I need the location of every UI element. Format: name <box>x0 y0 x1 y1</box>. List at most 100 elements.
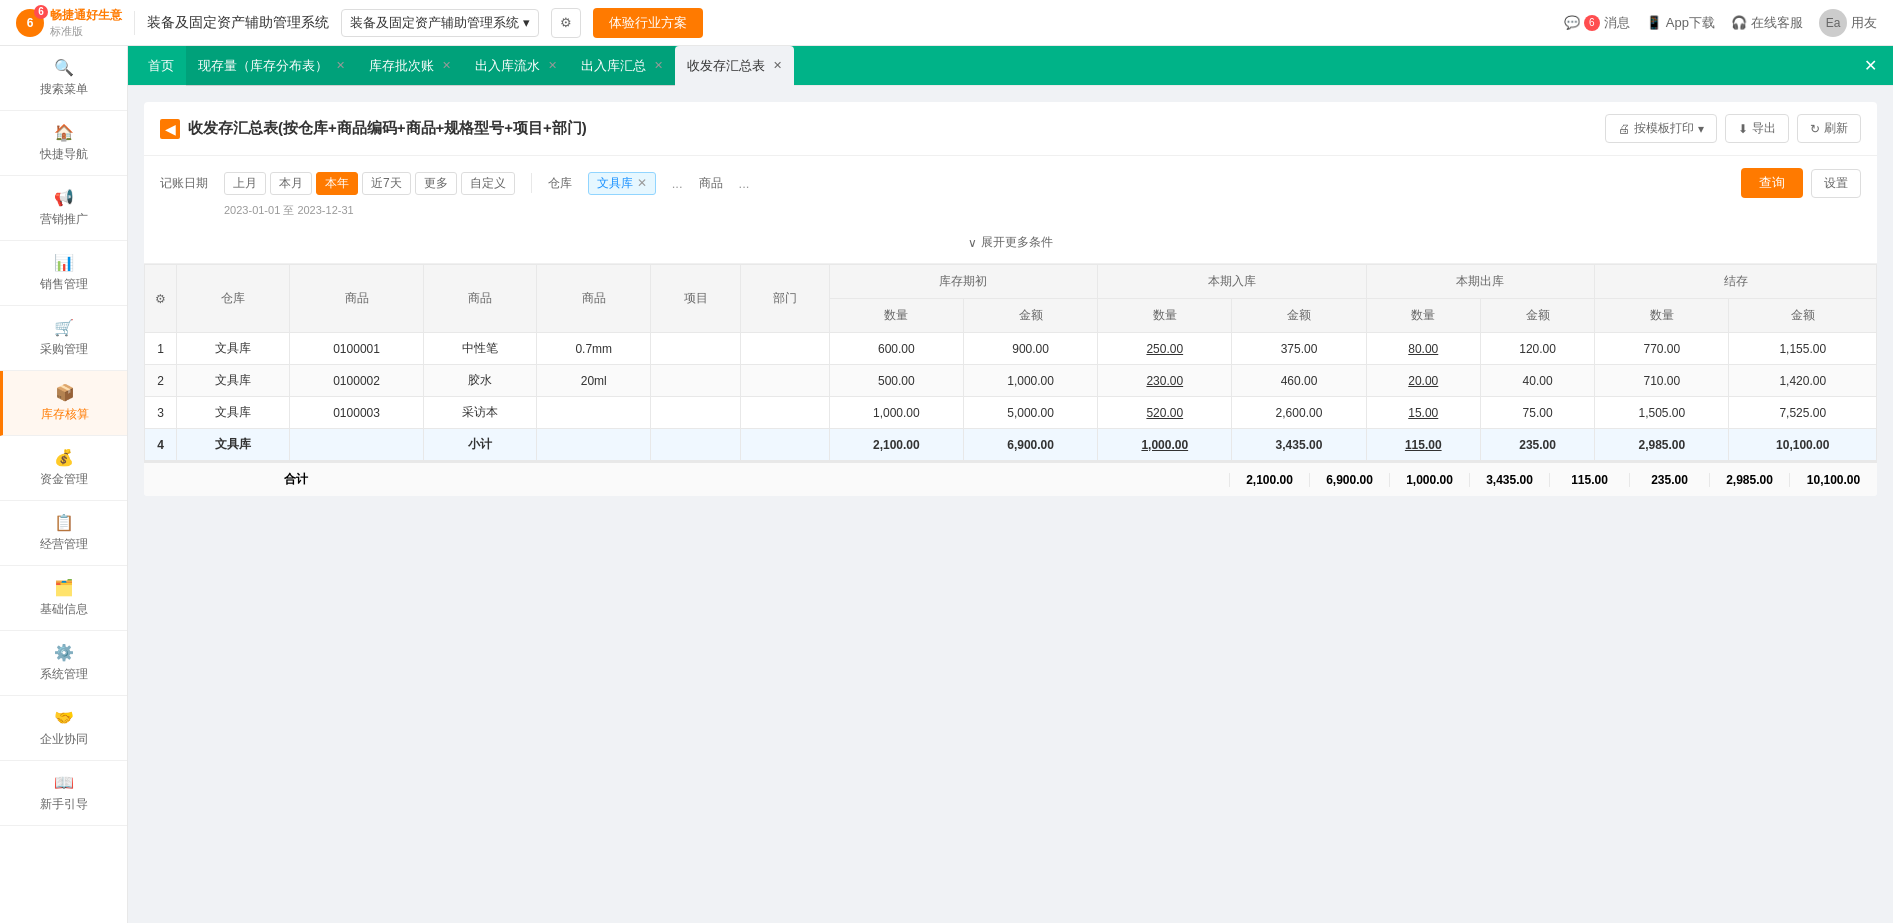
tab-stock-dist[interactable]: 现存量（库存分布表） ✕ <box>186 46 357 86</box>
cell-project <box>651 333 740 365</box>
phone-icon: 📱 <box>1646 15 1662 30</box>
cell-in-qty[interactable]: 230.00 <box>1098 365 1232 397</box>
notification-button[interactable]: 💬 6 消息 <box>1564 14 1630 32</box>
col-opening-qty: 数量 <box>829 299 963 333</box>
footer-close-amt: 10,100.00 <box>1789 473 1877 487</box>
product-filter-label: 商品 <box>699 175 723 192</box>
inventory-icon: 📦 <box>55 383 75 402</box>
tab-bar-close[interactable]: ✕ <box>1856 56 1885 75</box>
tab-home[interactable]: 首页 <box>136 46 186 86</box>
sidebar-item-operation[interactable]: 📋 经营管理 <box>0 501 127 566</box>
footer-close-qty: 2,985.00 <box>1709 473 1789 487</box>
page-title-bar: ◀ 收发存汇总表(按仓库+商品编码+商品+规格型号+项目+部门) 🖨 按模板打印… <box>144 102 1877 156</box>
tab-close-receive-summary[interactable]: ✕ <box>773 59 782 72</box>
footer-values: 2,100.00 6,900.00 1,000.00 3,435.00 115.… <box>1229 473 1877 487</box>
tab-close-batch[interactable]: ✕ <box>442 59 451 72</box>
footer-in-amt: 3,435.00 <box>1469 473 1549 487</box>
col-close-amt: 金额 <box>1729 299 1877 333</box>
sidebar-item-finance[interactable]: 💰 资金管理 <box>0 436 127 501</box>
cell-product-spec: 20ml <box>537 365 651 397</box>
settings-button[interactable]: ⚙ <box>551 8 581 38</box>
sidebar-item-system[interactable]: ⚙️ 系统管理 <box>0 631 127 696</box>
trial-button[interactable]: 体验行业方案 <box>593 8 703 38</box>
settings-filter-button[interactable]: 设置 <box>1811 169 1861 198</box>
cell-in-amt: 2,600.00 <box>1232 397 1366 429</box>
table-body: 1 文具库 0100001 中性笔 0.7mm 600.00 900.00 25… <box>145 333 1877 461</box>
table-row: 2 文具库 0100002 胶水 20ml 500.00 1,000.00 23… <box>145 365 1877 397</box>
warehouse-tag[interactable]: 文具库 ✕ <box>588 172 656 195</box>
date-this-month[interactable]: 本月 <box>270 172 312 195</box>
cell-out-qty[interactable]: 115.00 <box>1366 429 1480 461</box>
tab-receive-summary[interactable]: 收发存汇总表 ✕ <box>675 46 794 86</box>
date-last-month[interactable]: 上月 <box>224 172 266 195</box>
system-selector[interactable]: 装备及固定资产辅助管理系统 ▾ <box>341 9 539 37</box>
date-more[interactable]: 更多 <box>415 172 457 195</box>
cell-close-amt: 1,155.00 <box>1729 333 1877 365</box>
cell-product-code <box>289 429 423 461</box>
warehouse-more-btn[interactable]: ... <box>672 176 683 191</box>
gear-header[interactable]: ⚙ <box>145 265 177 333</box>
header-right: 💬 6 消息 📱 App下载 🎧 在线客服 Ea 用友 <box>1564 9 1877 37</box>
expand-row: ∨ 展开更多条件 <box>160 226 1861 251</box>
cell-in-qty[interactable]: 1,000.00 <box>1098 429 1232 461</box>
refresh-button[interactable]: ↻ 刷新 <box>1797 114 1861 143</box>
top-header: 6 6 畅捷通好生意 标准版 装备及固定资产辅助管理系统 装备及固定资产辅助管理… <box>0 0 1893 46</box>
export-button[interactable]: ⬇ 导出 <box>1725 114 1789 143</box>
cell-product-code: 0100003 <box>289 397 423 429</box>
cell-out-amt: 120.00 <box>1480 333 1594 365</box>
sidebar-item-guide[interactable]: 📖 新手引导 <box>0 761 127 826</box>
cell-in-qty[interactable]: 250.00 <box>1098 333 1232 365</box>
warehouse-tag-close[interactable]: ✕ <box>637 176 647 190</box>
logo-icon: 6 6 <box>16 9 44 37</box>
date-7days[interactable]: 近7天 <box>362 172 411 195</box>
sidebar-item-search[interactable]: 🔍 搜索菜单 <box>0 46 127 111</box>
tab-batch[interactable]: 库存批次账 ✕ <box>357 46 463 86</box>
basic-icon: 🗂️ <box>54 578 74 597</box>
sidebar-item-basic[interactable]: 🗂️ 基础信息 <box>0 566 127 631</box>
expand-more-btn[interactable]: ∨ 展开更多条件 <box>968 234 1053 251</box>
page-title: 收发存汇总表(按仓库+商品编码+商品+规格型号+项目+部门) <box>188 119 587 138</box>
app-download-button[interactable]: 📱 App下载 <box>1646 14 1715 32</box>
sidebar-item-corp[interactable]: 🤝 企业协同 <box>0 696 127 761</box>
table-row: 3 文具库 0100003 采访本 1,000.00 5,000.00 520.… <box>145 397 1877 429</box>
sidebar-item-quick[interactable]: 🏠 快捷导航 <box>0 111 127 176</box>
print-button[interactable]: 🖨 按模板打印 ▾ <box>1605 114 1717 143</box>
tab-inout-flow[interactable]: 出入库流水 ✕ <box>463 46 569 86</box>
product-more-btn[interactable]: ... <box>739 176 750 191</box>
cell-product-spec: 0.7mm <box>537 333 651 365</box>
date-custom[interactable]: 自定义 <box>461 172 515 195</box>
cell-opening-qty: 1,000.00 <box>829 397 963 429</box>
sidebar-item-purchase[interactable]: 🛒 采购管理 <box>0 306 127 371</box>
sidebar-item-sales[interactable]: 📊 销售管理 <box>0 241 127 306</box>
tab-inout-summary[interactable]: 出入库汇总 ✕ <box>569 46 675 86</box>
cell-product-name: 小计 <box>424 429 537 461</box>
cell-out-qty[interactable]: 20.00 <box>1366 365 1480 397</box>
refresh-icon: ↻ <box>1810 122 1820 136</box>
cell-out-qty[interactable]: 15.00 <box>1366 397 1480 429</box>
system-title: 装备及固定资产辅助管理系统 <box>147 14 329 32</box>
home-icon: 🏠 <box>54 123 74 142</box>
query-button[interactable]: 查询 <box>1741 168 1803 198</box>
logo-badge: 6 <box>34 5 48 19</box>
tab-close-inout-summary[interactable]: ✕ <box>654 59 663 72</box>
cell-product-name: 采访本 <box>424 397 537 429</box>
corp-icon: 🤝 <box>54 708 74 727</box>
date-buttons: 上月 本月 本年 近7天 更多 自定义 <box>224 172 515 195</box>
finance-icon: 💰 <box>54 448 74 467</box>
tab-close-inout-flow[interactable]: ✕ <box>548 59 557 72</box>
cell-product-spec <box>537 397 651 429</box>
cell-out-qty[interactable]: 80.00 <box>1366 333 1480 365</box>
tab-close-stock-dist[interactable]: ✕ <box>336 59 345 72</box>
guide-icon: 📖 <box>54 773 74 792</box>
cell-in-qty[interactable]: 520.00 <box>1098 397 1232 429</box>
date-this-year[interactable]: 本年 <box>316 172 358 195</box>
expand-toggle[interactable]: ◀ <box>160 119 180 139</box>
sidebar-item-inventory[interactable]: 📦 库存核算 <box>0 371 127 436</box>
online-service-button[interactable]: 🎧 在线客服 <box>1731 14 1803 32</box>
user-menu[interactable]: Ea 用友 <box>1819 9 1877 37</box>
sidebar-item-marketing[interactable]: 📢 营销推广 <box>0 176 127 241</box>
cell-warehouse: 文具库 <box>177 333 290 365</box>
cell-dept <box>740 429 829 461</box>
cell-product-name: 中性笔 <box>424 333 537 365</box>
col-product-name: 商品 <box>424 265 537 333</box>
